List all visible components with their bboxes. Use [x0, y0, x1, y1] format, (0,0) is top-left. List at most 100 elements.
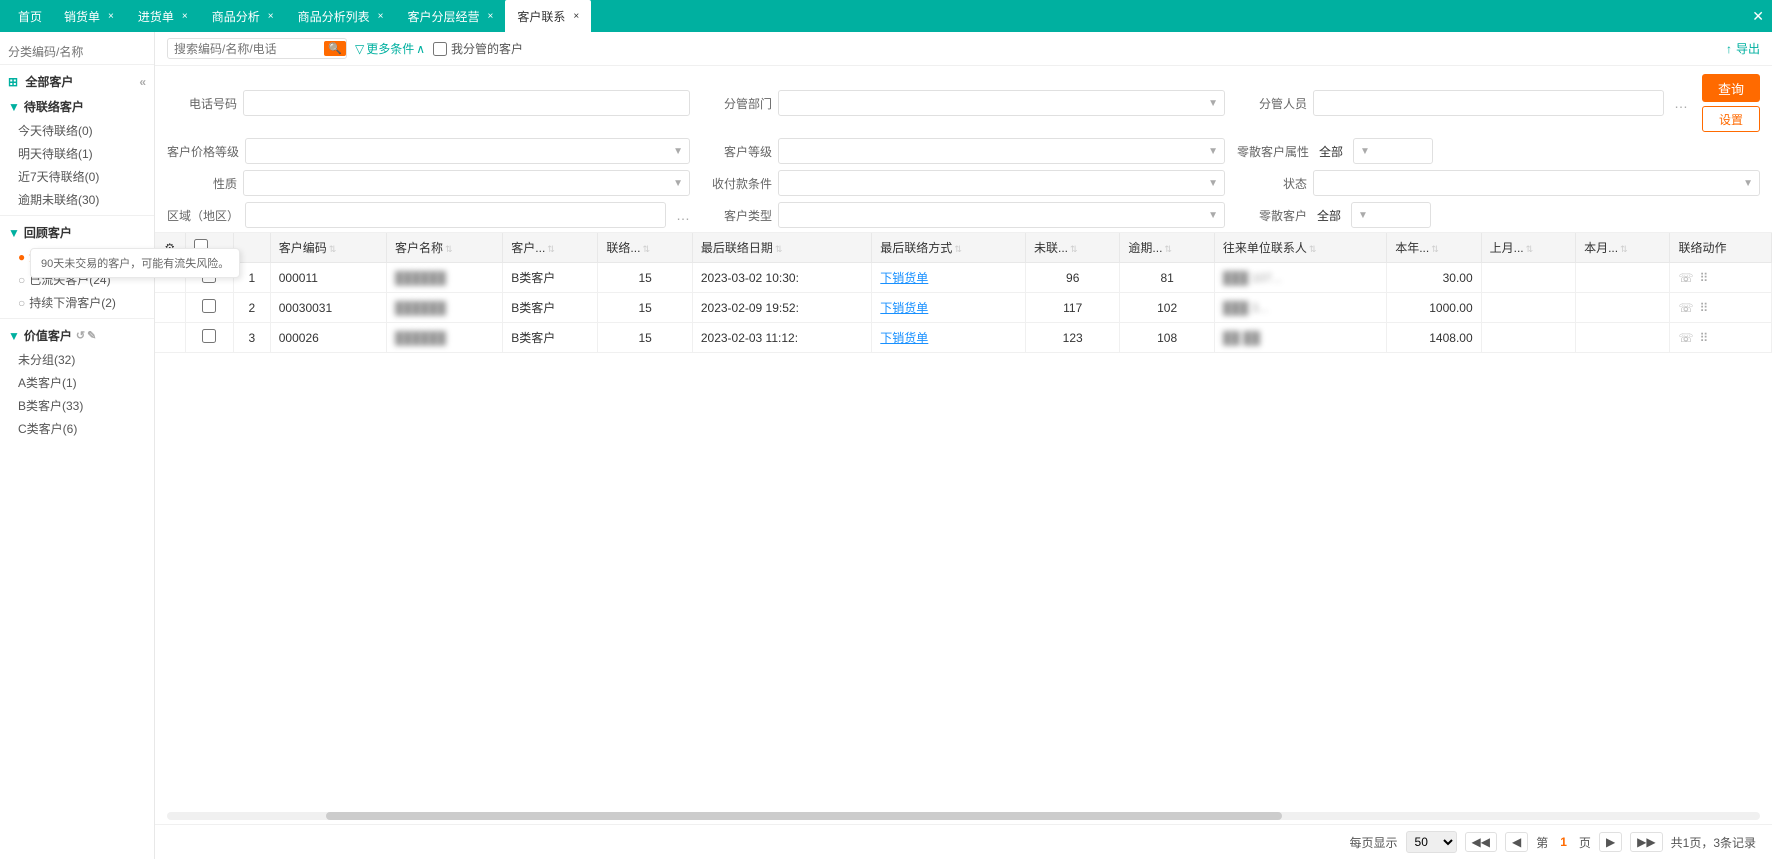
payment-terms-select[interactable]: ▼	[778, 170, 1225, 196]
close-customer-contact-icon[interactable]: ×	[573, 11, 579, 22]
region-dots-icon[interactable]: …	[676, 207, 690, 223]
th-last-month[interactable]: 上月...⇅	[1481, 233, 1575, 263]
tab-product-analysis[interactable]: 商品分析 ×	[200, 0, 286, 32]
manager-input[interactable]	[1313, 90, 1664, 116]
filter-status: 状态 ▼	[1237, 170, 1760, 196]
th-last-contact-way[interactable]: 最后联络方式⇅	[872, 233, 1026, 263]
sidebar-all-customers[interactable]: ⊞ 全部客户 «	[0, 69, 154, 94]
retail-customer-select[interactable]: ▼	[1351, 202, 1431, 228]
dept-select[interactable]: ▼	[778, 90, 1225, 116]
filter-icon: ▽	[355, 42, 364, 56]
th-this-year[interactable]: 本年...⇅	[1387, 233, 1481, 263]
edit-icon[interactable]: ✎	[87, 329, 96, 342]
sidebar-item-tomorrow-contact[interactable]: 明天待联络(1)	[0, 142, 154, 165]
tab-customer-contact[interactable]: 客户联系 ×	[505, 0, 591, 32]
sidebar-group-pending-contact[interactable]: ▼ 待联络客户	[0, 94, 154, 119]
filter-nature: 性质 ▼	[167, 170, 690, 196]
sidebar-item-class-b[interactable]: B类客户(33)	[0, 394, 154, 417]
price-level-select[interactable]: ▼	[245, 138, 690, 164]
close-customer-seg-icon[interactable]: ×	[487, 11, 493, 22]
th-not-contacted[interactable]: 未联...⇅	[1025, 233, 1119, 263]
settings-button[interactable]: 设置	[1702, 106, 1760, 132]
close-all-button[interactable]: ✕	[1752, 8, 1764, 25]
warning-icon: ●	[18, 250, 25, 264]
td-action-1: ☏ ⠿	[1670, 263, 1772, 293]
menu-icon-1[interactable]: ⠿	[1700, 271, 1709, 285]
sidebar-item-class-a[interactable]: A类客户(1)	[0, 371, 154, 394]
sidebar-group-review-customers[interactable]: ▼ 回顾客户	[0, 220, 154, 245]
tab-purchase-order[interactable]: 进货单 ×	[126, 0, 200, 32]
sidebar-item-today-contact[interactable]: 今天待联络(0)	[0, 119, 154, 142]
td-way-3[interactable]: 下销货单	[872, 323, 1026, 353]
close-product-analysis-icon[interactable]: ×	[268, 11, 274, 22]
home-tab[interactable]: 首页	[8, 0, 52, 32]
sidebar-search-input[interactable]	[8, 45, 155, 59]
customer-type-label: 客户类型	[702, 207, 772, 224]
td-settings-2	[155, 293, 185, 323]
phone-input[interactable]	[243, 90, 690, 116]
th-type[interactable]: 客户...⇅	[503, 233, 598, 263]
sidebar-item-declining[interactable]: ○ 持续下滑客户(2)	[0, 291, 154, 314]
close-sales-order-icon[interactable]: ×	[108, 11, 114, 22]
th-this-month[interactable]: 本月...⇅	[1576, 233, 1670, 263]
close-purchase-order-icon[interactable]: ×	[182, 11, 188, 22]
region-input[interactable]	[245, 202, 666, 228]
sort-name-icon: ⇅	[445, 244, 453, 254]
status-select[interactable]: ▼	[1313, 170, 1760, 196]
tab-sales-order[interactable]: 销货单 ×	[52, 0, 126, 32]
row-3-checkbox[interactable]	[202, 329, 216, 343]
tab-product-analysis-list[interactable]: 商品分析列表 ×	[286, 0, 396, 32]
retail-attr-chevron-icon: ▼	[1360, 146, 1370, 157]
search-input[interactable]	[174, 42, 324, 56]
customer-level-select[interactable]: ▼	[778, 138, 1225, 164]
td-way-1[interactable]: 下销货单	[872, 263, 1026, 293]
horizontal-scrollbar[interactable]	[167, 812, 1760, 820]
retail-customer-value: 全部	[1317, 207, 1341, 224]
td-checkbox-2[interactable]	[185, 293, 233, 323]
menu-icon-2[interactable]: ⠿	[1700, 301, 1709, 315]
td-type-2: B类客户	[503, 293, 598, 323]
contact-icon-3[interactable]: ☏	[1678, 331, 1693, 345]
manager-dots-icon[interactable]: …	[1674, 95, 1688, 111]
per-page-select[interactable]: 50 100	[1406, 831, 1457, 853]
sidebar-item-overdue-contact[interactable]: 逾期未联络(30)	[0, 188, 154, 211]
contact-icon-1[interactable]: ☏	[1678, 271, 1693, 285]
customer-table: ⚙ 客户编码⇅ 客户名称⇅ 客户...⇅ 联络...⇅ 最后联络日期⇅ 最后联络…	[155, 233, 1772, 353]
nature-select[interactable]: ▼	[243, 170, 690, 196]
menu-icon-3[interactable]: ⠿	[1700, 331, 1709, 345]
export-button[interactable]: ↑ 导出	[1726, 40, 1760, 57]
search-button[interactable]: 🔍	[324, 41, 346, 56]
th-overdue[interactable]: 逾期...⇅	[1120, 233, 1214, 263]
tab-customer-segmentation[interactable]: 客户分层经营 ×	[395, 0, 505, 32]
sidebar-group-value-customers[interactable]: ▼ 价值客户 ↺ ✎	[0, 323, 154, 348]
more-conditions-button[interactable]: ▽ 更多条件 ∧	[355, 40, 425, 57]
retail-attr-select[interactable]: ▼	[1353, 138, 1433, 164]
row-2-checkbox[interactable]	[202, 299, 216, 313]
close-product-analysis-list-icon[interactable]: ×	[378, 11, 384, 22]
sidebar-item-ungrouped[interactable]: 未分组(32)	[0, 348, 154, 371]
sidebar-collapse-icon[interactable]: «	[139, 75, 146, 89]
sidebar-item-class-c[interactable]: C类客户(6)	[0, 417, 154, 440]
table-row: 2 00030031 ██████ B类客户 15 2023-02-09 19:…	[155, 293, 1772, 323]
sidebar-item-7day-contact[interactable]: 近7天待联络(0)	[0, 165, 154, 188]
my-customers-checkbox[interactable]: 我分管的客户	[433, 40, 523, 57]
td-checkbox-3[interactable]	[185, 323, 233, 353]
my-customers-checkbox-input[interactable]	[433, 42, 447, 56]
next-page-button[interactable]: ▶	[1599, 832, 1622, 852]
query-button[interactable]: 查询	[1702, 74, 1760, 102]
prev-page-button[interactable]: ◀	[1505, 832, 1528, 852]
th-last-contact-date[interactable]: 最后联络日期⇅	[692, 233, 871, 263]
sidebar-divider-1	[0, 215, 154, 216]
customer-type-select[interactable]: ▼	[778, 202, 1225, 228]
contact-icon-2[interactable]: ☏	[1678, 301, 1693, 315]
chevron-up-icon: ∧	[416, 42, 425, 56]
th-name[interactable]: 客户名称⇅	[387, 233, 503, 263]
th-contact[interactable]: 联络...⇅	[598, 233, 692, 263]
refresh-icon[interactable]: ↺	[76, 329, 85, 342]
scrollbar-thumb[interactable]	[326, 812, 1282, 820]
first-page-button[interactable]: ◀◀	[1465, 832, 1497, 852]
th-code[interactable]: 客户编码⇅	[270, 233, 386, 263]
th-unit-contact[interactable]: 往来单位联系人⇅	[1214, 233, 1386, 263]
last-page-button[interactable]: ▶▶	[1630, 832, 1662, 852]
td-way-2[interactable]: 下销货单	[872, 293, 1026, 323]
